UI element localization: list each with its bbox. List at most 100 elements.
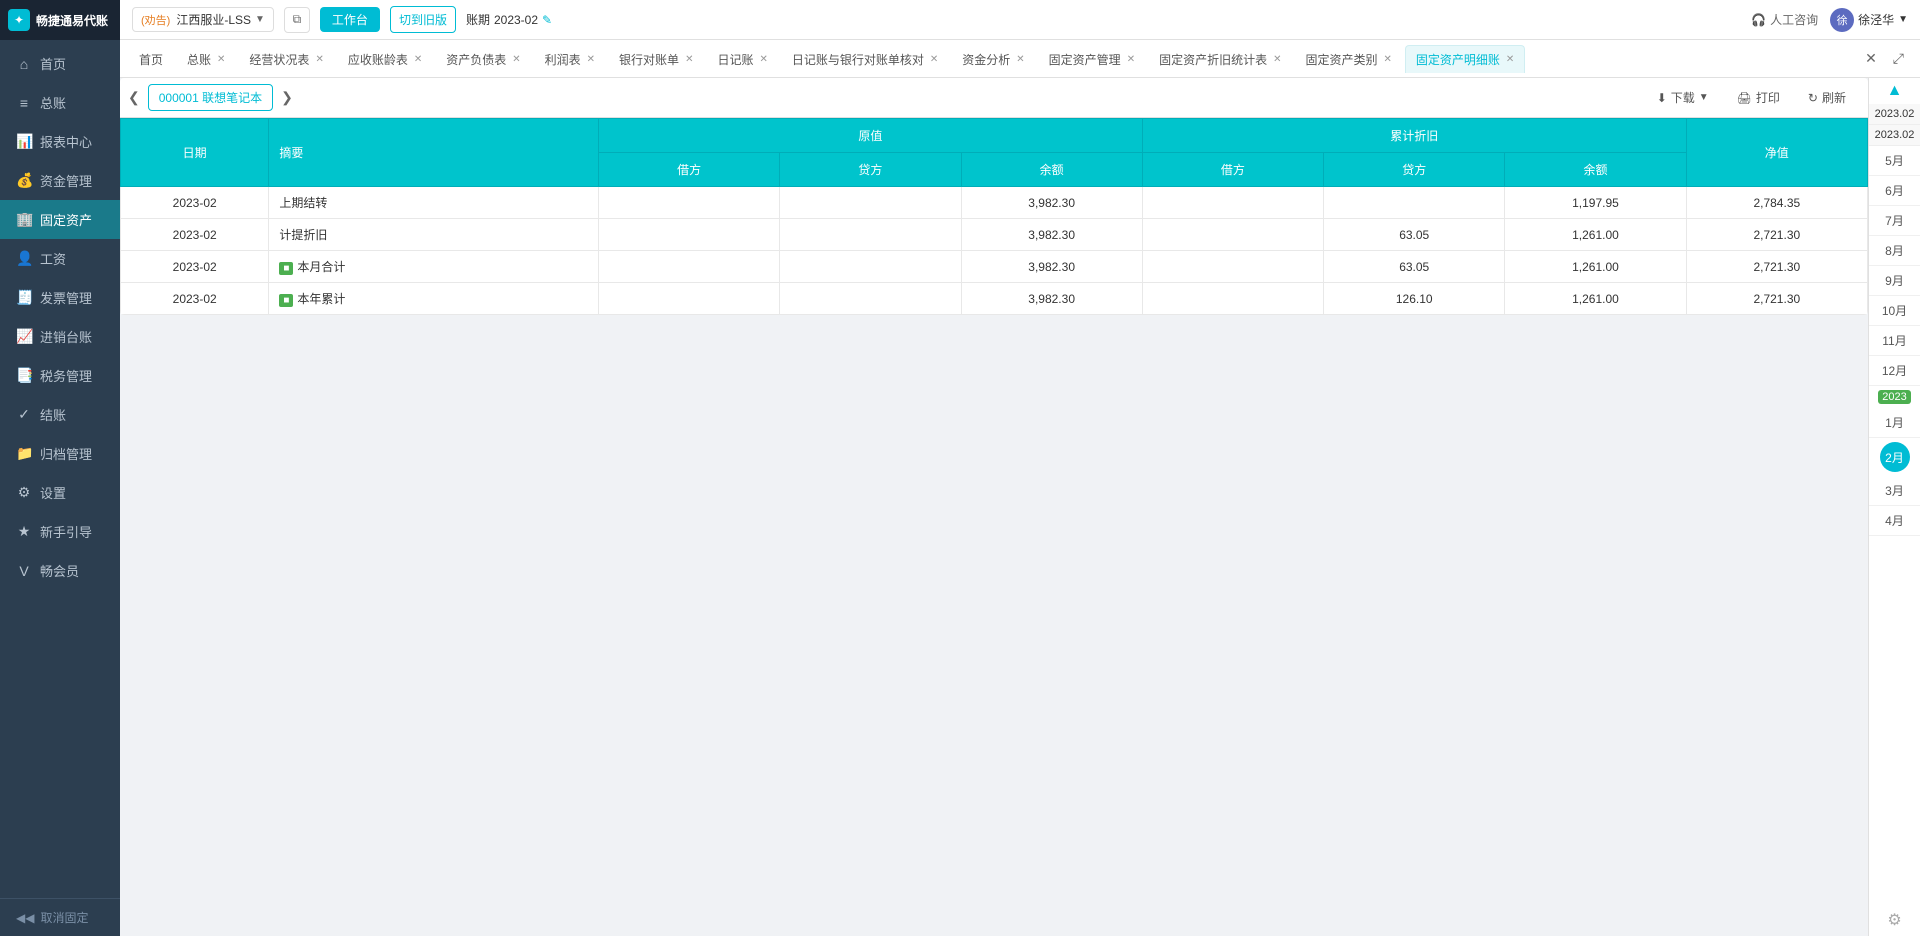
date-month-4[interactable]: 4月 xyxy=(1869,506,1920,536)
archive-icon: 📁 xyxy=(16,445,32,462)
sidebar-item-capital[interactable]: 💰 资金管理 xyxy=(0,161,120,200)
tab-close-icon[interactable]: ✕ xyxy=(1127,54,1135,65)
date-month-9[interactable]: 9月 xyxy=(1869,266,1920,296)
company-name: 江西服业-LSS xyxy=(176,11,251,28)
workspace-button[interactable]: 工作台 xyxy=(320,7,380,32)
tab-close-icon[interactable]: ✕ xyxy=(587,54,595,65)
tab-maximize-button[interactable]: ⤢ xyxy=(1889,48,1908,69)
tab-close-icon[interactable]: ✕ xyxy=(1016,54,1024,65)
tab-close-icon[interactable]: ✕ xyxy=(1506,54,1514,65)
prev-asset-button[interactable]: ❮ xyxy=(124,87,144,108)
sidebar-unpin[interactable]: ◀◀ 取消固定 xyxy=(0,898,120,936)
tab-close-all-button[interactable]: ✕ xyxy=(1861,48,1881,69)
cell-orig-balance: 3,982.30 xyxy=(961,219,1142,251)
download-label: 下载 xyxy=(1671,89,1695,106)
tab-close-icon[interactable]: ✕ xyxy=(512,54,520,65)
date-month-10[interactable]: 10月 xyxy=(1869,296,1920,326)
fixed-icon: 🏢 xyxy=(16,211,32,228)
tab-bank[interactable]: 银行对账单 ✕ xyxy=(608,45,704,73)
sidebar-item-label: 总账 xyxy=(40,93,66,112)
sidebar-item-sales[interactable]: 📈 进销台账 xyxy=(0,317,120,356)
tab-fixed-category[interactable]: 固定资产类别 ✕ xyxy=(1294,45,1402,73)
tab-fixed-depreciation[interactable]: 固定资产折旧统计表 ✕ xyxy=(1148,45,1292,73)
table-row: 2023-02 ■本年累计 3,982.30 126.10 1,261.00 2… xyxy=(121,283,1868,315)
sidebar-item-settle[interactable]: ✓ 结账 xyxy=(0,395,120,434)
user-info[interactable]: 徐 徐泾华 ▼ xyxy=(1830,8,1908,32)
sidebar-item-fixed[interactable]: 🏢 固定资产 xyxy=(0,200,120,239)
sidebar-item-tax[interactable]: 📑 税务管理 xyxy=(0,356,120,395)
copy-button[interactable]: ⧉ xyxy=(284,7,310,33)
cell-orig-credit xyxy=(780,187,961,219)
download-button[interactable]: ⬇ 下载 ▼ xyxy=(1647,85,1719,110)
date-month-12[interactable]: 12月 xyxy=(1869,356,1920,386)
tab-journal[interactable]: 日记账 ✕ xyxy=(706,45,778,73)
date-month-7[interactable]: 7月 xyxy=(1869,206,1920,236)
tab-reconcile[interactable]: 日记账与银行对账单核对 ✕ xyxy=(781,45,949,73)
sidebar-item-report[interactable]: 📊 报表中心 xyxy=(0,122,120,161)
tab-close-icon[interactable]: ✕ xyxy=(217,54,225,65)
tab-operation[interactable]: 经营状况表 ✕ xyxy=(238,45,334,73)
cell-date: 2023-02 xyxy=(121,219,269,251)
th-orig-credit: 贷方 xyxy=(780,153,961,187)
th-net-value: 净值 xyxy=(1686,119,1867,187)
sidebar-item-label: 报表中心 xyxy=(40,132,92,151)
sidebar-item-home[interactable]: ⌂ 首页 xyxy=(0,44,120,83)
date-month-3[interactable]: 3月 xyxy=(1869,476,1920,506)
tab-balance[interactable]: 资产负债表 ✕ xyxy=(435,45,531,73)
tab-home[interactable]: 首页 xyxy=(128,45,174,73)
date-scroll-up[interactable]: ▲ xyxy=(1869,78,1920,104)
sidebar-item-invoice[interactable]: 🧾 发票管理 xyxy=(0,278,120,317)
date-month-5[interactable]: 5月 xyxy=(1869,146,1920,176)
tab-receivable[interactable]: 应收账龄表 ✕ xyxy=(337,45,433,73)
period-edit-icon[interactable]: ✎ xyxy=(542,13,552,27)
next-asset-button[interactable]: ❯ xyxy=(277,87,297,108)
cell-net-value: 2,784.35 xyxy=(1686,187,1867,219)
tab-label: 资产负债表 xyxy=(446,51,506,68)
tab-close-icon[interactable]: ✕ xyxy=(1273,54,1281,65)
sidebar-item-settings[interactable]: ⚙ 设置 xyxy=(0,473,120,512)
print-button[interactable]: 🖨 打印 xyxy=(1727,85,1790,110)
date-month-6[interactable]: 6月 xyxy=(1869,176,1920,206)
copy-icon: ⧉ xyxy=(293,12,302,27)
cell-acc-credit: 63.05 xyxy=(1324,251,1505,283)
sidebar-item-archive[interactable]: 📁 归档管理 xyxy=(0,434,120,473)
cell-acc-balance: 1,261.00 xyxy=(1505,283,1686,315)
tab-close-icon[interactable]: ✕ xyxy=(414,54,422,65)
sub-nav: ❮ 000001 联想笔记本 ❯ ⬇ 下载 ▼ 🖨 打印 xyxy=(120,78,1868,118)
tab-fixed-detail[interactable]: 固定资产明细账 ✕ xyxy=(1405,45,1525,73)
sidebar-item-salary[interactable]: 👤 工资 xyxy=(0,239,120,278)
tab-close-icon[interactable]: ✕ xyxy=(685,54,693,65)
switch-version-button[interactable]: 切到旧版 xyxy=(390,6,456,33)
unpin-label: 取消固定 xyxy=(40,909,88,926)
invoice-icon: 🧾 xyxy=(16,289,32,306)
cell-orig-credit xyxy=(780,283,961,315)
tab-label: 总账 xyxy=(187,51,211,68)
tab-close-icon[interactable]: ✕ xyxy=(930,54,938,65)
date-month-2-active[interactable]: 2月 xyxy=(1880,442,1910,472)
badge-icon: ■ xyxy=(279,262,293,275)
date-month-1[interactable]: 1月 xyxy=(1869,408,1920,438)
tab-close-icon[interactable]: ✕ xyxy=(1384,54,1392,65)
date-settings-icon[interactable]: ⚙ xyxy=(1869,904,1920,936)
tab-label: 经营状况表 xyxy=(249,51,309,68)
tab-ledger[interactable]: 总账 ✕ xyxy=(176,45,236,73)
cell-acc-balance: 1,261.00 xyxy=(1505,251,1686,283)
asset-name: 000001 联想笔记本 xyxy=(159,89,262,106)
date-month-11[interactable]: 11月 xyxy=(1869,326,1920,356)
tab-close-icon[interactable]: ✕ xyxy=(759,54,767,65)
tab-close-icon[interactable]: ✕ xyxy=(315,54,323,65)
tab-fixed-mgmt[interactable]: 固定资产管理 ✕ xyxy=(1038,45,1146,73)
sidebar-item-ledger[interactable]: ≡ 总账 xyxy=(0,83,120,122)
sidebar-item-guide[interactable]: ★ 新手引导 xyxy=(0,512,120,551)
asset-tab[interactable]: 000001 联想笔记本 xyxy=(148,84,273,111)
company-selector[interactable]: (劝告) 江西服业-LSS ▼ xyxy=(132,7,274,32)
sidebar-item-label: 设置 xyxy=(40,483,66,502)
tab-profit[interactable]: 利润表 ✕ xyxy=(534,45,606,73)
date-month-8[interactable]: 8月 xyxy=(1869,236,1920,266)
service-button[interactable]: 🎧 人工咨询 xyxy=(1751,11,1818,28)
service-label: 人工咨询 xyxy=(1770,11,1818,28)
refresh-button[interactable]: ↻ 刷新 xyxy=(1798,85,1856,110)
sidebar-item-member[interactable]: V 畅会员 xyxy=(0,551,120,590)
tab-capital[interactable]: 资金分析 ✕ xyxy=(951,45,1035,73)
user-dropdown-icon: ▼ xyxy=(1898,14,1908,25)
